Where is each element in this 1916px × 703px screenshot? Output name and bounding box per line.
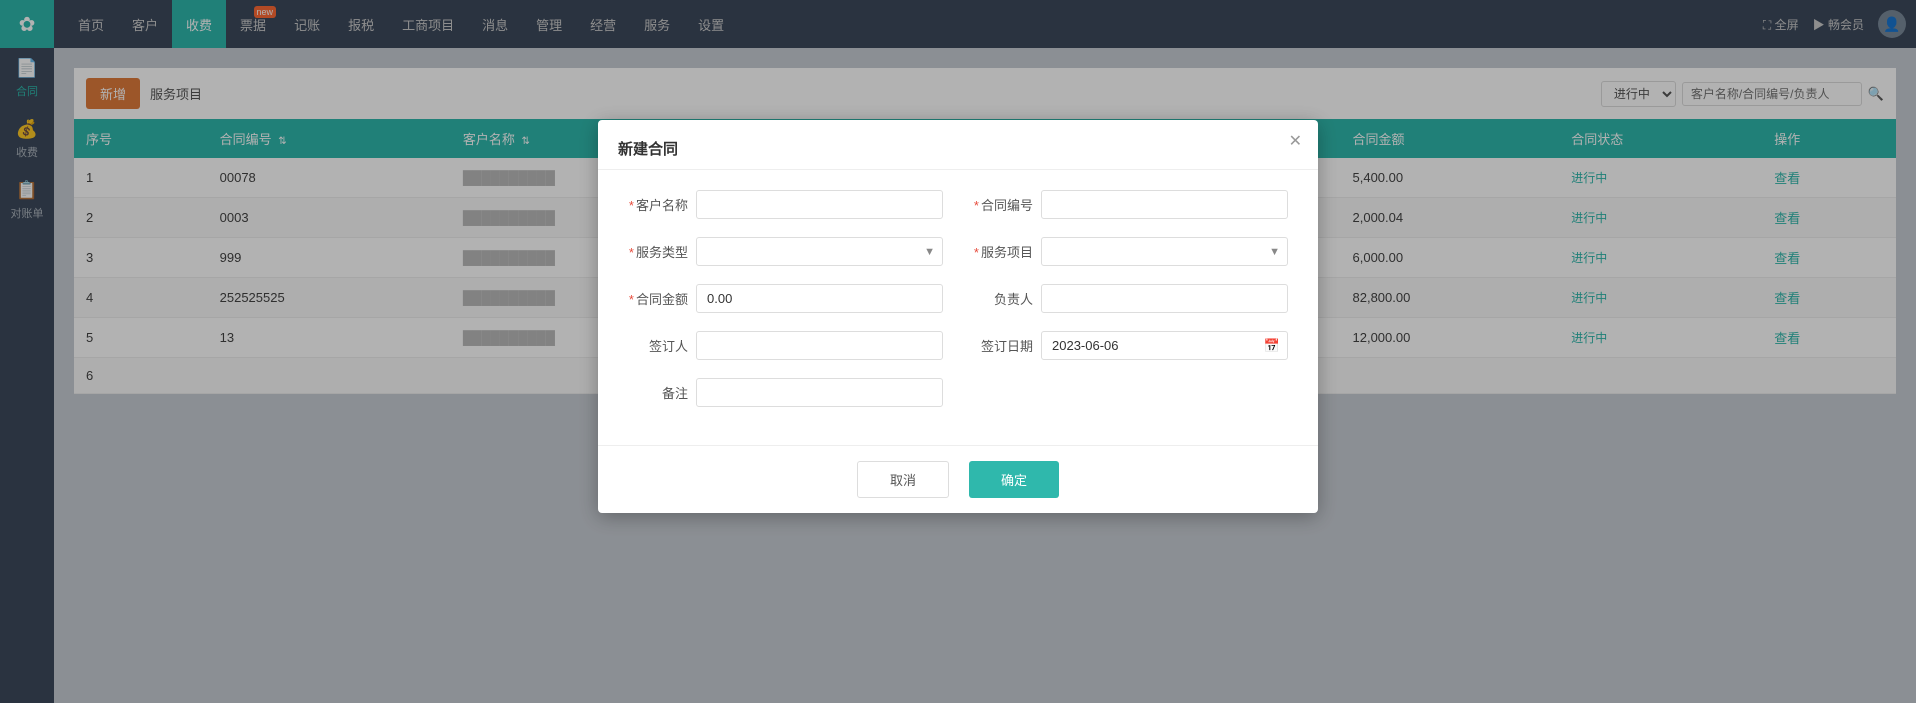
signer-input[interactable] bbox=[696, 331, 943, 360]
dialog-body: *客户名称 *合同编号 *服务类型 bbox=[598, 170, 1318, 445]
service-type-wrapper: ▼ bbox=[696, 237, 943, 266]
form-group-service-type: *服务类型 ▼ bbox=[628, 237, 943, 266]
responsible-label: 负责人 bbox=[973, 289, 1033, 308]
service-type-label: *服务类型 bbox=[628, 242, 688, 261]
form-group-customer: *客户名称 bbox=[628, 190, 943, 219]
dialog-overlay: 新建合同 ✕ *客户名称 *合同编号 bbox=[0, 0, 1916, 703]
form-group-sign-date: 签订日期 📅 bbox=[973, 331, 1288, 360]
signer-label: 签订人 bbox=[628, 336, 688, 355]
calendar-icon[interactable]: 📅 bbox=[1264, 338, 1280, 354]
note-input[interactable] bbox=[696, 378, 943, 407]
service-item-label: *服务项目 bbox=[973, 242, 1033, 261]
form-group-signer: 签订人 bbox=[628, 331, 943, 360]
new-contract-dialog: 新建合同 ✕ *客户名称 *合同编号 bbox=[598, 120, 1318, 513]
dialog-footer: 取消 确定 bbox=[598, 445, 1318, 513]
service-item-select[interactable] bbox=[1041, 237, 1288, 266]
sign-date-wrapper: 📅 bbox=[1041, 331, 1288, 360]
customer-name-label: *客户名称 bbox=[628, 195, 688, 214]
service-item-wrapper: ▼ bbox=[1041, 237, 1288, 266]
form-group-service-item: *服务项目 ▼ bbox=[973, 237, 1288, 266]
form-group-amount: *合同金额 bbox=[628, 284, 943, 313]
form-row-2: *服务类型 ▼ *服务项目 bbox=[628, 237, 1288, 266]
customer-name-input[interactable] bbox=[696, 190, 943, 219]
contract-no-input[interactable] bbox=[1041, 190, 1288, 219]
form-row-3: *合同金额 负责人 bbox=[628, 284, 1288, 313]
service-type-select[interactable] bbox=[696, 237, 943, 266]
note-label: 备注 bbox=[628, 383, 688, 402]
form-group-responsible: 负责人 bbox=[973, 284, 1288, 313]
responsible-input[interactable] bbox=[1041, 284, 1288, 313]
form-group-note: 备注 bbox=[628, 378, 943, 407]
form-group-contract-no: *合同编号 bbox=[973, 190, 1288, 219]
sign-date-input[interactable] bbox=[1041, 331, 1288, 360]
dialog-title: 新建合同 bbox=[598, 120, 1318, 170]
form-row-5: 备注 bbox=[628, 378, 1288, 407]
contract-amount-input[interactable] bbox=[696, 284, 943, 313]
confirm-button[interactable]: 确定 bbox=[969, 461, 1059, 498]
close-icon[interactable]: ✕ bbox=[1289, 134, 1302, 150]
sign-date-label: 签订日期 bbox=[973, 336, 1033, 355]
contract-no-label: *合同编号 bbox=[973, 195, 1033, 214]
cancel-button[interactable]: 取消 bbox=[857, 461, 949, 498]
contract-amount-label: *合同金额 bbox=[628, 289, 688, 308]
form-row-1: *客户名称 *合同编号 bbox=[628, 190, 1288, 219]
form-row-4: 签订人 签订日期 📅 bbox=[628, 331, 1288, 360]
